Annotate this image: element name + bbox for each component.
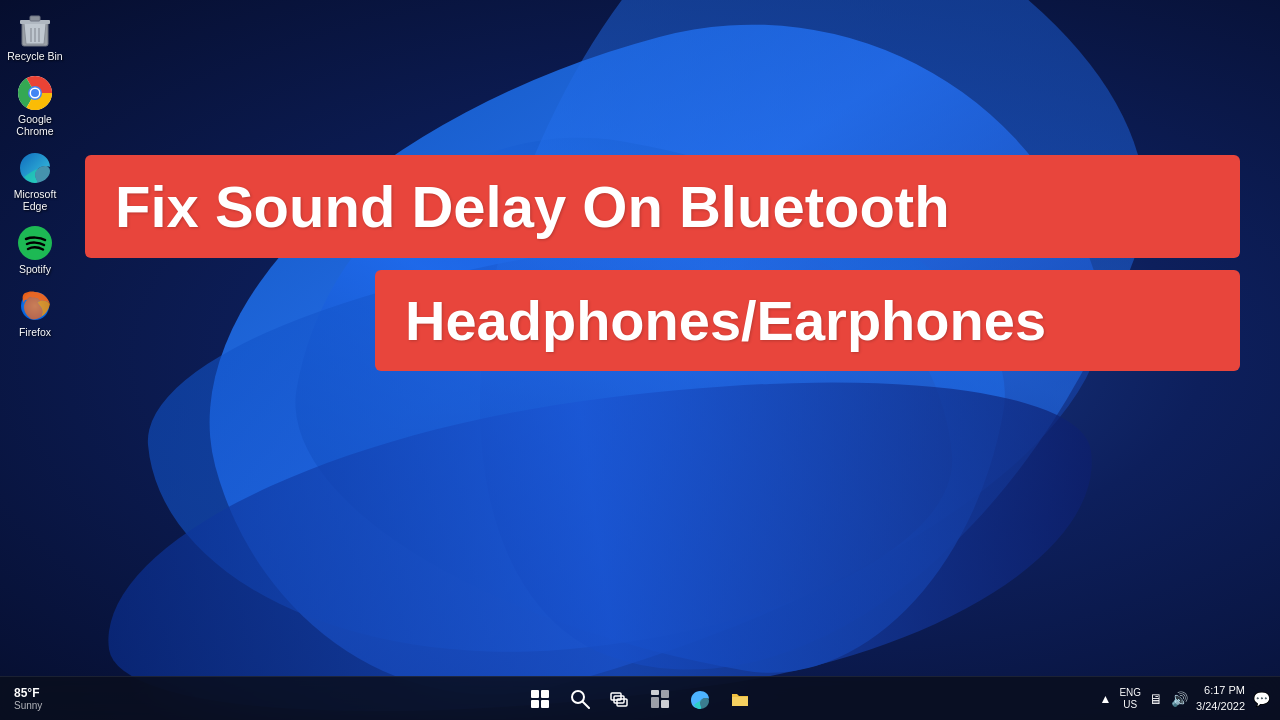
language-indicator[interactable]: ENG US <box>1119 687 1141 711</box>
svg-rect-24 <box>651 690 659 695</box>
chrome-image <box>17 75 53 111</box>
svg-rect-27 <box>661 700 669 708</box>
title-text-line1: Fix Sound Delay On Bluetooth <box>115 173 950 240</box>
edge-taskbar-button[interactable] <box>682 681 718 717</box>
recycle-bin-image <box>17 12 53 48</box>
network-icon[interactable]: 🖥 <box>1147 689 1165 709</box>
svg-point-19 <box>572 691 584 703</box>
taskbar-center <box>522 681 758 717</box>
tray-overflow-button[interactable]: ▲ <box>1098 690 1114 708</box>
weather-widget[interactable]: 85°F Sunny <box>8 686 42 711</box>
title-banner-line1: Fix Sound Delay On Bluetooth <box>85 155 1240 258</box>
svg-line-20 <box>583 702 589 708</box>
title-banner-line2: Headphones/Earphones <box>375 270 1240 371</box>
edge-image <box>17 150 53 186</box>
clock[interactable]: 6:17 PM 3/24/2022 <box>1196 683 1245 714</box>
file-explorer-button[interactable] <box>722 681 758 717</box>
recycle-bin-icon[interactable]: Recycle Bin <box>3 8 67 67</box>
svg-rect-25 <box>661 690 669 698</box>
lang-name: ENG <box>1119 687 1141 699</box>
edge-label: Microsoft Edge <box>7 188 63 213</box>
svg-point-12 <box>31 89 39 97</box>
search-button[interactable] <box>562 681 598 717</box>
weather-temp: 85°F <box>14 686 39 700</box>
title-overlay: Fix Sound Delay On Bluetooth Headphones/… <box>85 155 1240 371</box>
spotify-image <box>17 225 53 261</box>
title-text-line2: Headphones/Earphones <box>405 288 1046 353</box>
firefox-icon[interactable]: Firefox <box>3 284 67 343</box>
desktop-icons: Recycle Bin Google Chrome <box>0 0 70 350</box>
volume-icon[interactable]: 🔊 <box>1169 689 1190 709</box>
chrome-label: Google Chrome <box>7 113 63 138</box>
svg-rect-2 <box>30 16 40 21</box>
notification-button[interactable]: 💬 <box>1251 689 1272 709</box>
taskbar: 85°F Sunny <box>0 676 1280 720</box>
svg-rect-18 <box>541 700 549 708</box>
svg-rect-17 <box>531 700 539 708</box>
firefox-label: Firefox <box>19 326 51 339</box>
spotify-icon[interactable]: Spotify <box>3 221 67 280</box>
widgets-button[interactable] <box>642 681 678 717</box>
system-tray: ▲ ENG US 🖥 🔊 6:17 PM 3/24/2022 💬 <box>1098 683 1273 714</box>
start-button[interactable] <box>522 681 558 717</box>
clock-date: 3/24/2022 <box>1196 699 1245 714</box>
task-view-button[interactable] <box>602 681 638 717</box>
spotify-label: Spotify <box>19 263 51 276</box>
chrome-icon[interactable]: Google Chrome <box>3 71 67 142</box>
firefox-image <box>17 288 53 324</box>
svg-rect-15 <box>531 690 539 698</box>
lang-region: US <box>1123 699 1137 711</box>
svg-rect-26 <box>651 697 659 708</box>
recycle-bin-label: Recycle Bin <box>7 50 62 63</box>
weather-desc: Sunny <box>14 700 42 711</box>
tray-icons: 🖥 🔊 <box>1147 689 1190 709</box>
edge-icon[interactable]: Microsoft Edge <box>3 146 67 217</box>
clock-time: 6:17 PM <box>1204 683 1245 698</box>
svg-rect-16 <box>541 690 549 698</box>
